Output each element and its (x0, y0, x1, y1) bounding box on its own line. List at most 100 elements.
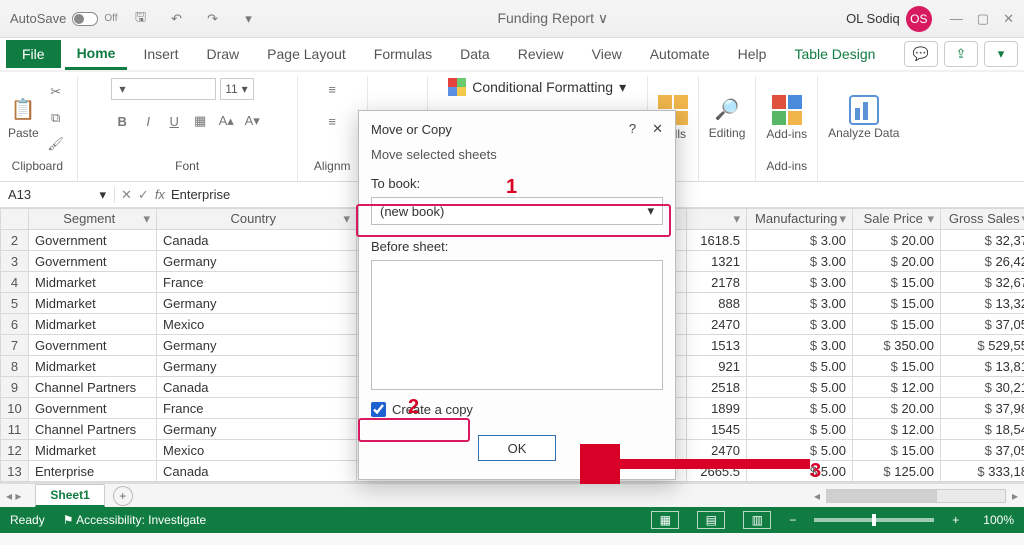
paste-button[interactable]: 📋 Paste (8, 96, 39, 140)
cell-segment[interactable]: Channel Partners (29, 419, 157, 440)
cell-sale-price[interactable]: 20.00 (853, 251, 941, 272)
fx-icon[interactable]: fx (155, 187, 165, 202)
cell-amount[interactable]: 2518 (687, 377, 747, 398)
row-header[interactable]: 3 (1, 251, 29, 272)
cell-gross-sales[interactable]: 18,54 (941, 419, 1024, 440)
minimize-icon[interactable]: — (950, 11, 963, 27)
restore-icon[interactable]: ▢ (977, 11, 989, 27)
cell-manufacturing[interactable]: 3.00 (747, 293, 853, 314)
cell-country[interactable]: Germany (157, 419, 357, 440)
ok-button[interactable]: OK (478, 435, 556, 461)
cell-manufacturing[interactable]: 5.00 (747, 356, 853, 377)
cell-amount[interactable]: 2178 (687, 272, 747, 293)
cell-country[interactable]: Canada (157, 230, 357, 251)
to-book-select[interactable]: (new book) ▾ (371, 197, 663, 225)
cell-country[interactable]: France (157, 272, 357, 293)
font-size-select[interactable]: 11▾ (220, 78, 254, 100)
align-left-icon[interactable]: ≡ (321, 110, 343, 132)
cell-manufacturing[interactable]: 3.00 (747, 272, 853, 293)
cell-country[interactable]: France (157, 398, 357, 419)
scroll-left-icon[interactable]: ◂ (814, 489, 820, 503)
increase-font-icon[interactable]: A▴ (215, 110, 237, 132)
tab-help[interactable]: Help (726, 40, 779, 68)
border-button[interactable]: ▦ (189, 110, 211, 132)
toggle-off-icon[interactable] (72, 12, 98, 26)
undo-icon[interactable]: ↶ (166, 8, 188, 30)
row-header[interactable]: 9 (1, 377, 29, 398)
tab-review[interactable]: Review (506, 40, 576, 68)
row-header[interactable]: 12 (1, 440, 29, 461)
cell-manufacturing[interactable]: 3.00 (747, 335, 853, 356)
decrease-font-icon[interactable]: A▾ (241, 110, 263, 132)
cell-segment[interactable]: Government (29, 398, 157, 419)
cell-amount[interactable]: 1545 (687, 419, 747, 440)
tab-page-layout[interactable]: Page Layout (255, 40, 358, 68)
cell-segment[interactable]: Channel Partners (29, 377, 157, 398)
add-sheet-button[interactable]: + (113, 486, 133, 506)
row-header[interactable]: 6 (1, 314, 29, 335)
select-all-corner[interactable] (1, 209, 29, 230)
row-header[interactable]: 2 (1, 230, 29, 251)
tab-automate[interactable]: Automate (638, 40, 722, 68)
col-header-gross-sales[interactable]: Gross Sales▾ (941, 209, 1024, 230)
cell-gross-sales[interactable]: 26,42 (941, 251, 1024, 272)
cell-sale-price[interactable]: 15.00 (853, 272, 941, 293)
cell-manufacturing[interactable]: 5.00 (747, 377, 853, 398)
font-family-select[interactable]: ▾ (111, 78, 216, 100)
row-header[interactable]: 5 (1, 293, 29, 314)
cut-icon[interactable]: ✂ (45, 81, 67, 103)
qat-chevron-down-icon[interactable]: ▾ (238, 8, 260, 30)
underline-button[interactable]: U (163, 110, 185, 132)
row-header[interactable]: 8 (1, 356, 29, 377)
col-header-country[interactable]: Country▾ (157, 209, 357, 230)
zoom-out-icon[interactable]: − (789, 513, 796, 527)
view-page-break-icon[interactable]: ▥ (743, 511, 771, 529)
conditional-formatting-button[interactable]: Conditional Formatting ▾ (444, 76, 630, 98)
cell-manufacturing[interactable]: 3.00 (747, 314, 853, 335)
tab-formulas[interactable]: Formulas (362, 40, 444, 68)
cell-manufacturing[interactable]: 3.00 (747, 230, 853, 251)
format-painter-icon[interactable]: 🖌 (45, 133, 67, 155)
cell-amount[interactable]: 1321 (687, 251, 747, 272)
cell-sale-price[interactable]: 125.00 (853, 461, 941, 482)
cell-amount[interactable]: 1899 (687, 398, 747, 419)
cell-manufacturing[interactable]: 5.00 (747, 419, 853, 440)
cell-amount[interactable]: 1618.5 (687, 230, 747, 251)
cell-gross-sales[interactable]: 333,18 (941, 461, 1024, 482)
cell-gross-sales[interactable]: 37,05 (941, 440, 1024, 461)
cell-manufacturing[interactable]: 5.00 (747, 398, 853, 419)
zoom-slider[interactable] (814, 518, 934, 522)
cell-segment[interactable]: Government (29, 335, 157, 356)
document-title[interactable]: Funding Report ∨ (260, 10, 847, 27)
sheet-tab[interactable]: Sheet1 (35, 484, 104, 507)
align-top-icon[interactable]: ≡ (321, 78, 343, 100)
cell-sale-price[interactable]: 15.00 (853, 314, 941, 335)
tab-insert[interactable]: Insert (131, 40, 190, 68)
col-header-hidden[interactable]: ▾ (687, 209, 747, 230)
zoom-in-icon[interactable]: + (952, 513, 959, 527)
cell-country[interactable]: Germany (157, 293, 357, 314)
row-header[interactable]: 7 (1, 335, 29, 356)
accessibility-status[interactable]: ⚑ Accessibility: Investigate (63, 513, 207, 527)
close-window-icon[interactable]: ✕ (1003, 11, 1014, 27)
ribbon-chevron-down-icon[interactable]: ▾ (984, 41, 1018, 67)
formula-text[interactable]: Enterprise (171, 187, 230, 202)
tab-table-design[interactable]: Table Design (782, 40, 887, 68)
tab-home[interactable]: Home (65, 39, 128, 70)
tab-nav-left-icon[interactable]: ◂ ▸ (6, 489, 21, 503)
zoom-percent[interactable]: 100% (983, 513, 1014, 527)
cell-sale-price[interactable]: 20.00 (853, 398, 941, 419)
cell-amount[interactable]: 921 (687, 356, 747, 377)
cell-sale-price[interactable]: 15.00 (853, 293, 941, 314)
cell-country[interactable]: Canada (157, 461, 357, 482)
cell-amount[interactable]: 2470 (687, 314, 747, 335)
cell-amount[interactable]: 888 (687, 293, 747, 314)
accept-formula-icon[interactable]: ✓ (138, 187, 149, 203)
cell-segment[interactable]: Midmarket (29, 356, 157, 377)
cell-segment[interactable]: Midmarket (29, 293, 157, 314)
cell-gross-sales[interactable]: 32,67 (941, 272, 1024, 293)
editing-button[interactable]: 🔎 Editing (709, 96, 746, 140)
row-header[interactable]: 13 (1, 461, 29, 482)
bold-button[interactable]: B (111, 110, 133, 132)
redo-icon[interactable]: ↷ (202, 8, 224, 30)
